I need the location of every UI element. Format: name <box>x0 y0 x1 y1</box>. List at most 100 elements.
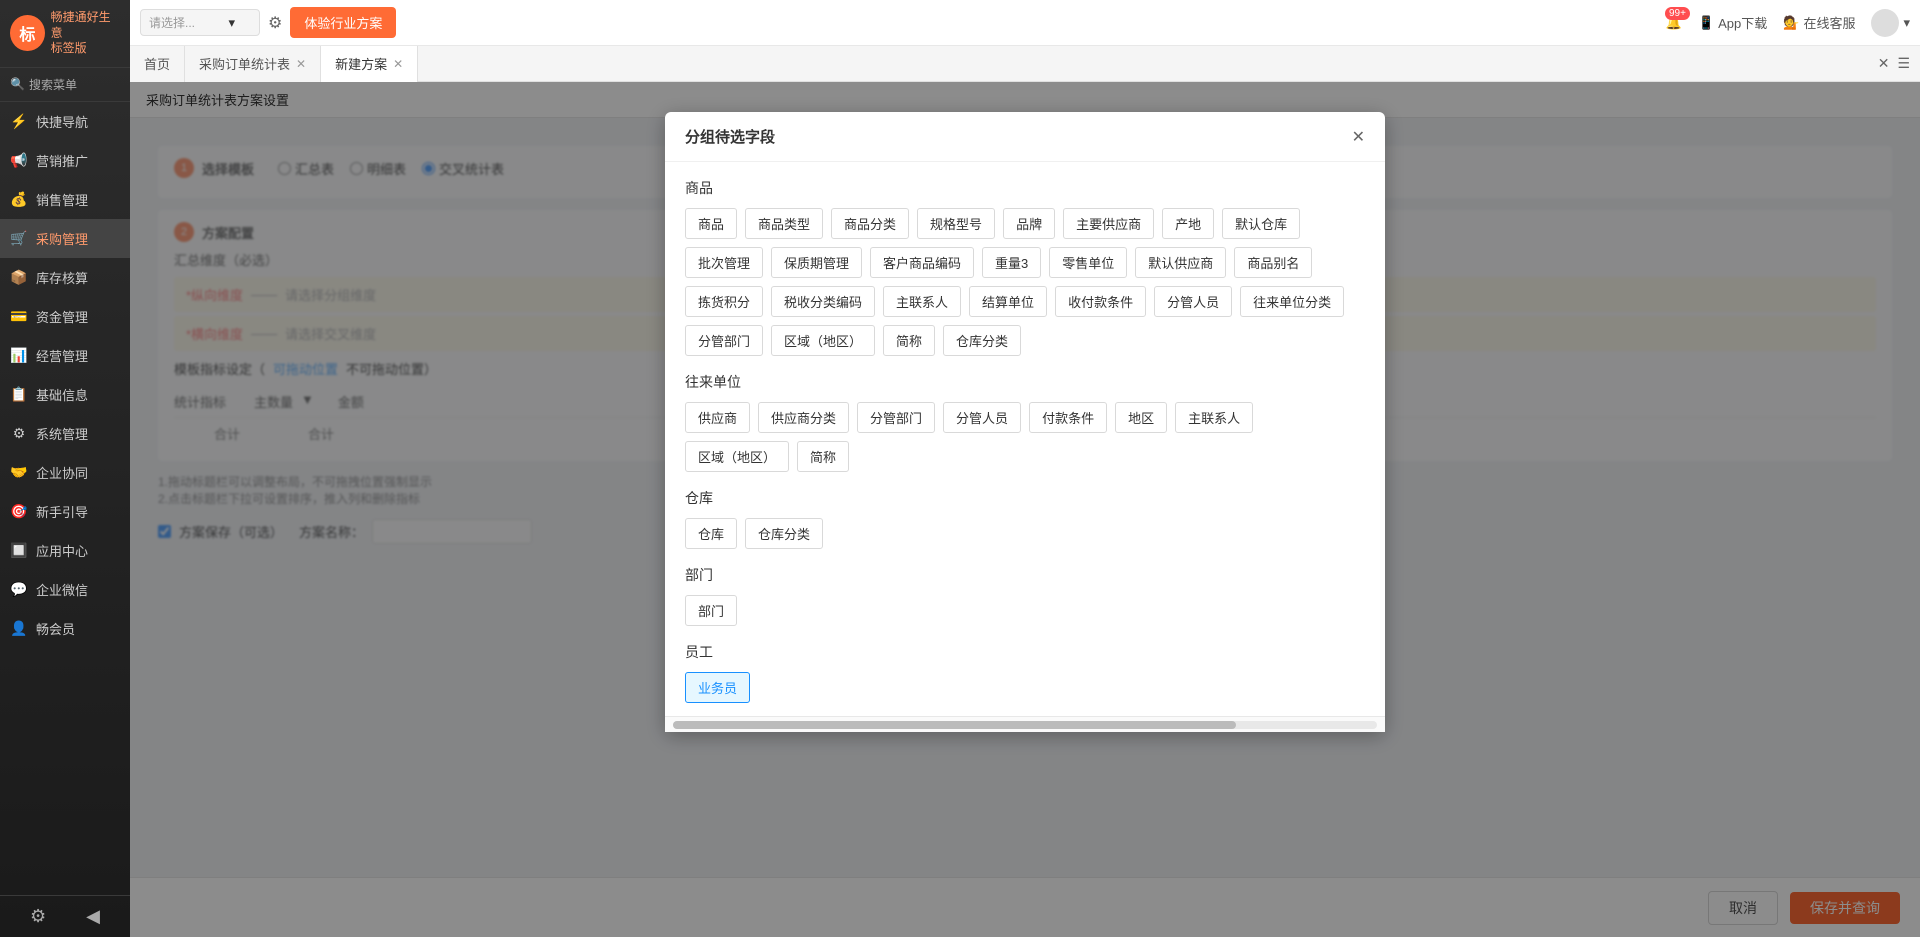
purchase-icon: 🛒 <box>10 229 28 247</box>
settings-bottom-icon[interactable]: ⚙ <box>30 906 46 927</box>
tabbar-menu-icon[interactable]: ☰ <box>1897 55 1910 72</box>
apps-icon: 🔲 <box>10 541 28 559</box>
sidebar-item-purchase[interactable]: 🛒 采购管理 <box>0 219 130 258</box>
field-region2-partner[interactable]: 区域（地区） <box>685 441 789 472</box>
topbar-settings-icon[interactable]: ⚙ <box>260 13 290 33</box>
field-settle-unit[interactable]: 结算单位 <box>969 286 1047 317</box>
field-default-supplier[interactable]: 默认供应商 <box>1135 247 1226 278</box>
tab-purchase-stats[interactable]: 采购订单统计表 ✕ <box>185 46 321 82</box>
search-icon: 🔍 <box>10 77 25 91</box>
field-main-supplier[interactable]: 主要供应商 <box>1063 208 1154 239</box>
topbar-workspace-select[interactable]: 请选择... ▾ <box>140 9 260 36</box>
field-main-contact-p[interactable]: 主联系人 <box>883 286 961 317</box>
sidebar-bottom: ⚙ ◀ <box>0 895 130 937</box>
field-salesperson[interactable]: 业务员 <box>685 672 750 703</box>
field-abbr-p[interactable]: 简称 <box>883 325 935 356</box>
logo-icon: 标 <box>10 15 45 51</box>
section-dept: 部门 部门 <box>685 565 1365 626</box>
employee-fields-grid: 业务员 <box>685 672 1365 703</box>
field-region-partner[interactable]: 地区 <box>1115 402 1167 433</box>
dept-fields-grid: 部门 <box>685 595 1365 626</box>
field-dept-p[interactable]: 分管部门 <box>685 325 763 356</box>
field-quality-manage[interactable]: 保质期管理 <box>771 247 862 278</box>
field-supplier[interactable]: 供应商 <box>685 402 750 433</box>
field-retail-unit[interactable]: 零售单位 <box>1049 247 1127 278</box>
sidebar-item-finance[interactable]: 💳 资金管理 <box>0 297 130 336</box>
sidebar-item-member[interactable]: 👤 畅会员 <box>0 609 130 648</box>
field-payment-cond[interactable]: 付款条件 <box>1029 402 1107 433</box>
field-manager-partner[interactable]: 分管人员 <box>943 402 1021 433</box>
sidebar-item-sales[interactable]: 💰 销售管理 <box>0 180 130 219</box>
system-icon: ⚙ <box>10 424 28 442</box>
wechat-icon: 💬 <box>10 580 28 598</box>
chevron-down-icon: ▾ <box>1903 15 1910 31</box>
field-default-warehouse[interactable]: 默认仓库 <box>1222 208 1300 239</box>
sales-icon: 💰 <box>10 190 28 208</box>
finance-icon: 💳 <box>10 307 28 325</box>
hscroll-track[interactable] <box>673 721 1377 729</box>
field-main-contact-partner[interactable]: 主联系人 <box>1175 402 1253 433</box>
partner-fields-grid: 供应商 供应商分类 分管部门 分管人员 付款条件 地区 主联系人 区域（地区） … <box>685 402 1365 472</box>
modal-hscrollbar[interactable] <box>665 716 1385 732</box>
tab-new-plan[interactable]: 新建方案 ✕ <box>321 46 418 82</box>
field-customer-code[interactable]: 客户商品编码 <box>870 247 974 278</box>
sidebar-search[interactable]: 🔍 搜索菜单 <box>0 68 130 102</box>
field-warehouse-category[interactable]: 仓库分类 <box>745 518 823 549</box>
field-tax-code[interactable]: 税收分类编码 <box>771 286 875 317</box>
field-selection-modal: 分组待选字段 ✕ 商品 商品 商品类型 商品分类 规格型号 品牌 主要供应商 产… <box>665 112 1385 732</box>
sidebar: 标 畅捷通好生意 标签版 🔍 搜索菜单 ⚡ 快捷导航 📢 营销推广 💰 销售管理… <box>0 0 130 937</box>
field-batch-manage[interactable]: 批次管理 <box>685 247 763 278</box>
field-dept[interactable]: 部门 <box>685 595 737 626</box>
section-partner: 往来单位 供应商 供应商分类 分管部门 分管人员 付款条件 地区 主联系人 区域… <box>685 372 1365 472</box>
field-product-alias[interactable]: 商品别名 <box>1234 247 1312 278</box>
trial-btn[interactable]: 体验行业方案 <box>290 7 396 38</box>
sidebar-item-enterprise[interactable]: 🤝 企业协同 <box>0 453 130 492</box>
field-pick-score[interactable]: 拣货积分 <box>685 286 763 317</box>
sidebar-item-apps[interactable]: 🔲 应用中心 <box>0 531 130 570</box>
tab-home[interactable]: 首页 <box>130 46 185 82</box>
sidebar-item-wechat[interactable]: 💬 企业微信 <box>0 570 130 609</box>
section-warehouse: 仓库 仓库 仓库分类 <box>685 488 1365 549</box>
field-product-type[interactable]: 商品类型 <box>745 208 823 239</box>
modal-close-button[interactable]: ✕ <box>1352 127 1365 147</box>
field-manager-p[interactable]: 分管人员 <box>1154 286 1232 317</box>
app-download[interactable]: 📱 App下载 <box>1698 13 1767 32</box>
inventory-icon: 📦 <box>10 268 28 286</box>
field-warehouse-cat-p[interactable]: 仓库分类 <box>943 325 1021 356</box>
modal-body[interactable]: 商品 商品 商品类型 商品分类 规格型号 品牌 主要供应商 产地 默认仓库 批次… <box>665 162 1385 716</box>
field-region-p[interactable]: 区域（地区） <box>771 325 875 356</box>
field-partner-category[interactable]: 往来单位分类 <box>1240 286 1344 317</box>
field-product-category[interactable]: 商品分类 <box>831 208 909 239</box>
sidebar-item-marketing[interactable]: 📢 营销推广 <box>0 141 130 180</box>
sidebar-item-operation[interactable]: 📊 经营管理 <box>0 336 130 375</box>
sidebar-item-quick-nav[interactable]: ⚡ 快捷导航 <box>0 102 130 141</box>
field-origin[interactable]: 产地 <box>1162 208 1214 239</box>
tabbar-close-all-icon[interactable]: ✕ <box>1878 55 1890 72</box>
sidebar-item-basic[interactable]: 📋 基础信息 <box>0 375 130 414</box>
field-dept-partner[interactable]: 分管部门 <box>857 402 935 433</box>
field-abbr-partner[interactable]: 简称 <box>797 441 849 472</box>
tab-close-purchase-stats[interactable]: ✕ <box>296 57 306 71</box>
sidebar-item-inventory[interactable]: 📦 库存核算 <box>0 258 130 297</box>
section-product: 商品 商品 商品类型 商品分类 规格型号 品牌 主要供应商 产地 默认仓库 批次… <box>685 178 1365 356</box>
sidebar-item-guide[interactable]: 🎯 新手引导 <box>0 492 130 531</box>
field-warehouse[interactable]: 仓库 <box>685 518 737 549</box>
field-weight3[interactable]: 重量3 <box>982 247 1041 278</box>
sidebar-item-system[interactable]: ⚙ 系统管理 <box>0 414 130 453</box>
field-supplier-category[interactable]: 供应商分类 <box>758 402 849 433</box>
field-payment-terms-p[interactable]: 收付款条件 <box>1055 286 1146 317</box>
tab-close-new-plan[interactable]: ✕ <box>393 57 403 71</box>
avatar <box>1871 9 1899 37</box>
field-brand[interactable]: 品牌 <box>1003 208 1055 239</box>
field-spec-model[interactable]: 规格型号 <box>917 208 995 239</box>
modal-overlay: 分组待选字段 ✕ 商品 商品 商品类型 商品分类 规格型号 品牌 主要供应商 产… <box>130 82 1920 937</box>
operation-icon: 📊 <box>10 346 28 364</box>
user-avatar-area[interactable]: ▾ <box>1871 9 1910 37</box>
guide-icon: 🎯 <box>10 502 28 520</box>
field-product[interactable]: 商品 <box>685 208 737 239</box>
collapse-icon[interactable]: ◀ <box>86 906 100 927</box>
online-service[interactable]: 💁 在线客服 <box>1783 13 1855 32</box>
hscroll-thumb[interactable] <box>673 721 1236 729</box>
section-warehouse-title: 仓库 <box>685 488 1365 508</box>
notification-badge[interactable]: 🔔 99+ <box>1666 15 1682 31</box>
